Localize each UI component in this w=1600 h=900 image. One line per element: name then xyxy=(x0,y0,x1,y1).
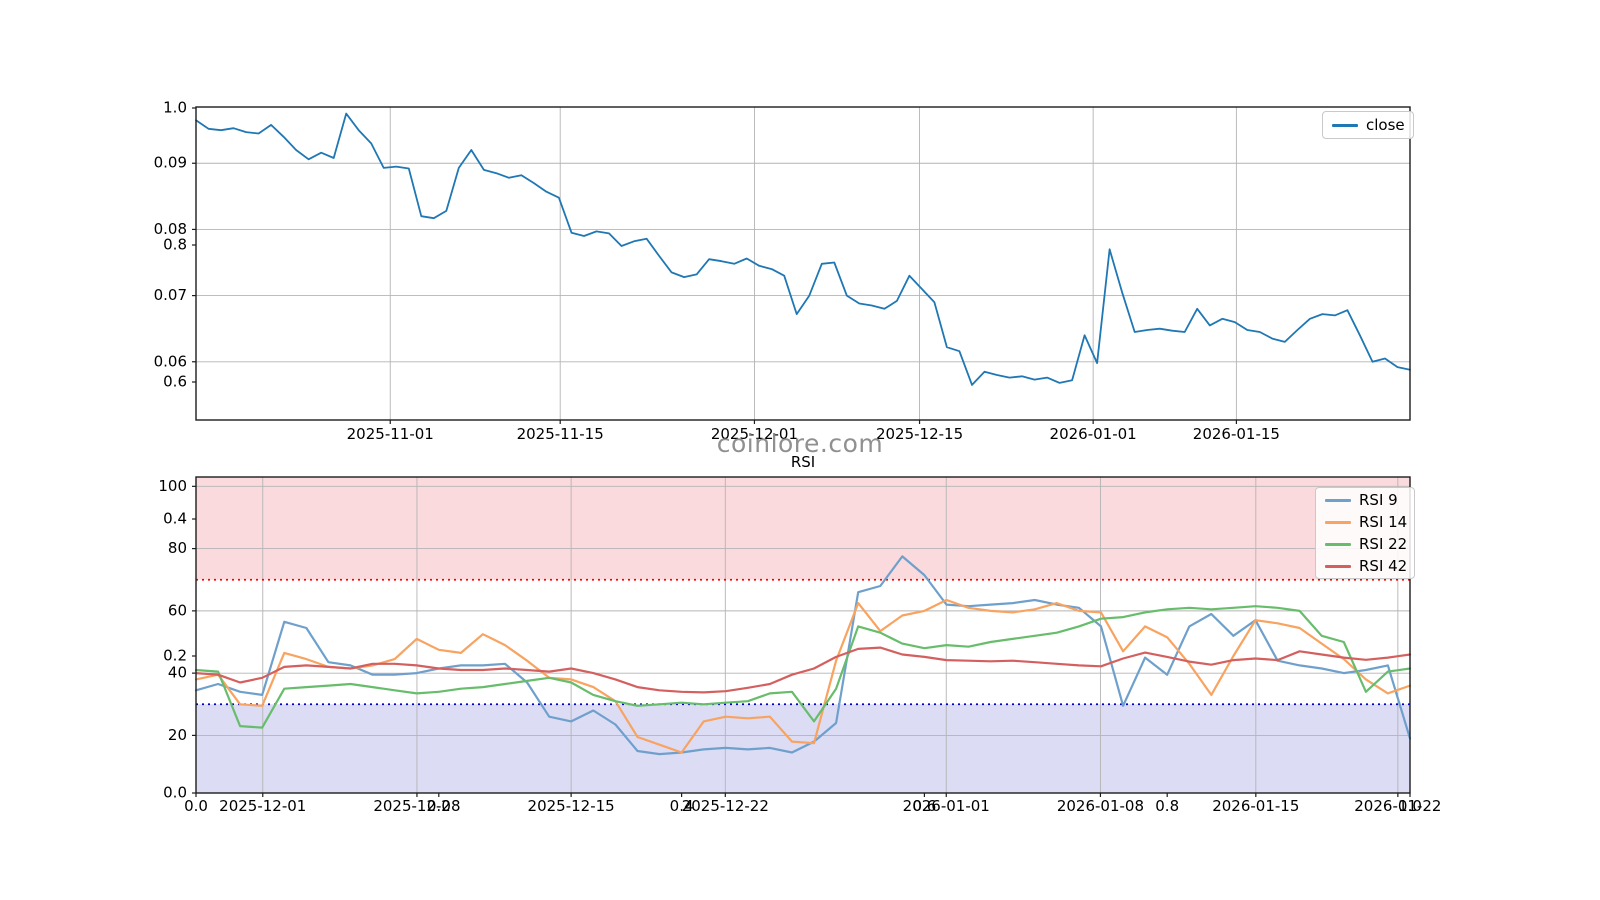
legend-label-rsi22: RSI 22 xyxy=(1359,535,1408,553)
svg-text:0.0: 0.0 xyxy=(184,797,208,815)
rsi22-line-swatch xyxy=(1325,542,1351,546)
price-axes-border xyxy=(195,106,1411,421)
svg-text:2025-12-15: 2025-12-15 xyxy=(876,425,963,443)
close-line-swatch xyxy=(1332,123,1358,127)
svg-text:100: 100 xyxy=(158,477,187,495)
svg-text:2026-01-01: 2026-01-01 xyxy=(1050,425,1137,443)
svg-text:2025-12-22: 2025-12-22 xyxy=(682,797,769,815)
svg-text:2026-01-15: 2026-01-15 xyxy=(1212,797,1299,815)
svg-text:2026-01-15: 2026-01-15 xyxy=(1193,425,1280,443)
legend-item-close: close xyxy=(1332,116,1405,134)
legend-item-rsi14: RSI 14 xyxy=(1325,513,1408,531)
legend-item-rsi22: RSI 22 xyxy=(1325,535,1408,553)
legend-item-rsi42: RSI 42 xyxy=(1325,557,1408,575)
svg-text:0.07: 0.07 xyxy=(154,286,187,304)
svg-text:2025-11-15: 2025-11-15 xyxy=(517,425,604,443)
svg-text:0.06: 0.06 xyxy=(154,352,187,370)
price-close-line xyxy=(195,112,1411,386)
svg-text:0.09: 0.09 xyxy=(154,154,187,172)
svg-text:0.8: 0.8 xyxy=(163,236,187,254)
legend-label-rsi14: RSI 14 xyxy=(1359,513,1408,531)
price-ticks xyxy=(192,162,1237,424)
svg-text:1.0: 1.0 xyxy=(1398,797,1422,815)
rsi-bands xyxy=(196,477,1410,793)
legend-label-rsi42: RSI 42 xyxy=(1359,557,1408,575)
rsi-legend: RSI 9 RSI 14 RSI 22 RSI 42 xyxy=(1315,487,1415,579)
svg-text:0.4: 0.4 xyxy=(163,510,187,528)
price-legend: close xyxy=(1322,111,1414,139)
svg-text:0.2: 0.2 xyxy=(163,647,187,665)
svg-text:20: 20 xyxy=(168,726,187,744)
svg-text:60: 60 xyxy=(168,601,187,619)
rsi9-line-swatch xyxy=(1325,498,1351,502)
legend-label-rsi9: RSI 9 xyxy=(1359,491,1398,509)
rsi42-line-swatch xyxy=(1325,564,1351,568)
svg-text:0.6: 0.6 xyxy=(912,797,936,815)
svg-text:0.2: 0.2 xyxy=(427,797,451,815)
rsi14-line-swatch xyxy=(1325,520,1351,524)
svg-text:0.6: 0.6 xyxy=(163,373,187,391)
svg-text:80: 80 xyxy=(168,539,187,557)
price-tick-labels: 0.090.080.070.062025-11-01 2025-11-15 2025… xyxy=(154,154,1280,443)
price-gridlines xyxy=(196,107,1410,420)
svg-text:2025-11-01: 2025-11-01 xyxy=(347,425,434,443)
rsi-threshold-lines xyxy=(196,578,1410,706)
svg-text:0.4: 0.4 xyxy=(670,797,694,815)
svg-text:2026-01-08: 2026-01-08 xyxy=(1057,797,1144,815)
legend-item-rsi9: RSI 9 xyxy=(1325,491,1405,509)
svg-text:2025-12-15: 2025-12-15 xyxy=(528,797,615,815)
rsi-chart-title: RSI xyxy=(790,453,816,471)
svg-text:1.0: 1.0 xyxy=(163,99,187,117)
svg-text:2025-12-01: 2025-12-01 xyxy=(219,797,306,815)
svg-text:40: 40 xyxy=(168,664,187,682)
legend-label-close: close xyxy=(1366,116,1405,134)
svg-text:0.8: 0.8 xyxy=(1155,797,1179,815)
chart-figure: 0.09 0.08 0.07 0.06 2025-11-01 2025-11-15 2025… xyxy=(0,0,1600,900)
